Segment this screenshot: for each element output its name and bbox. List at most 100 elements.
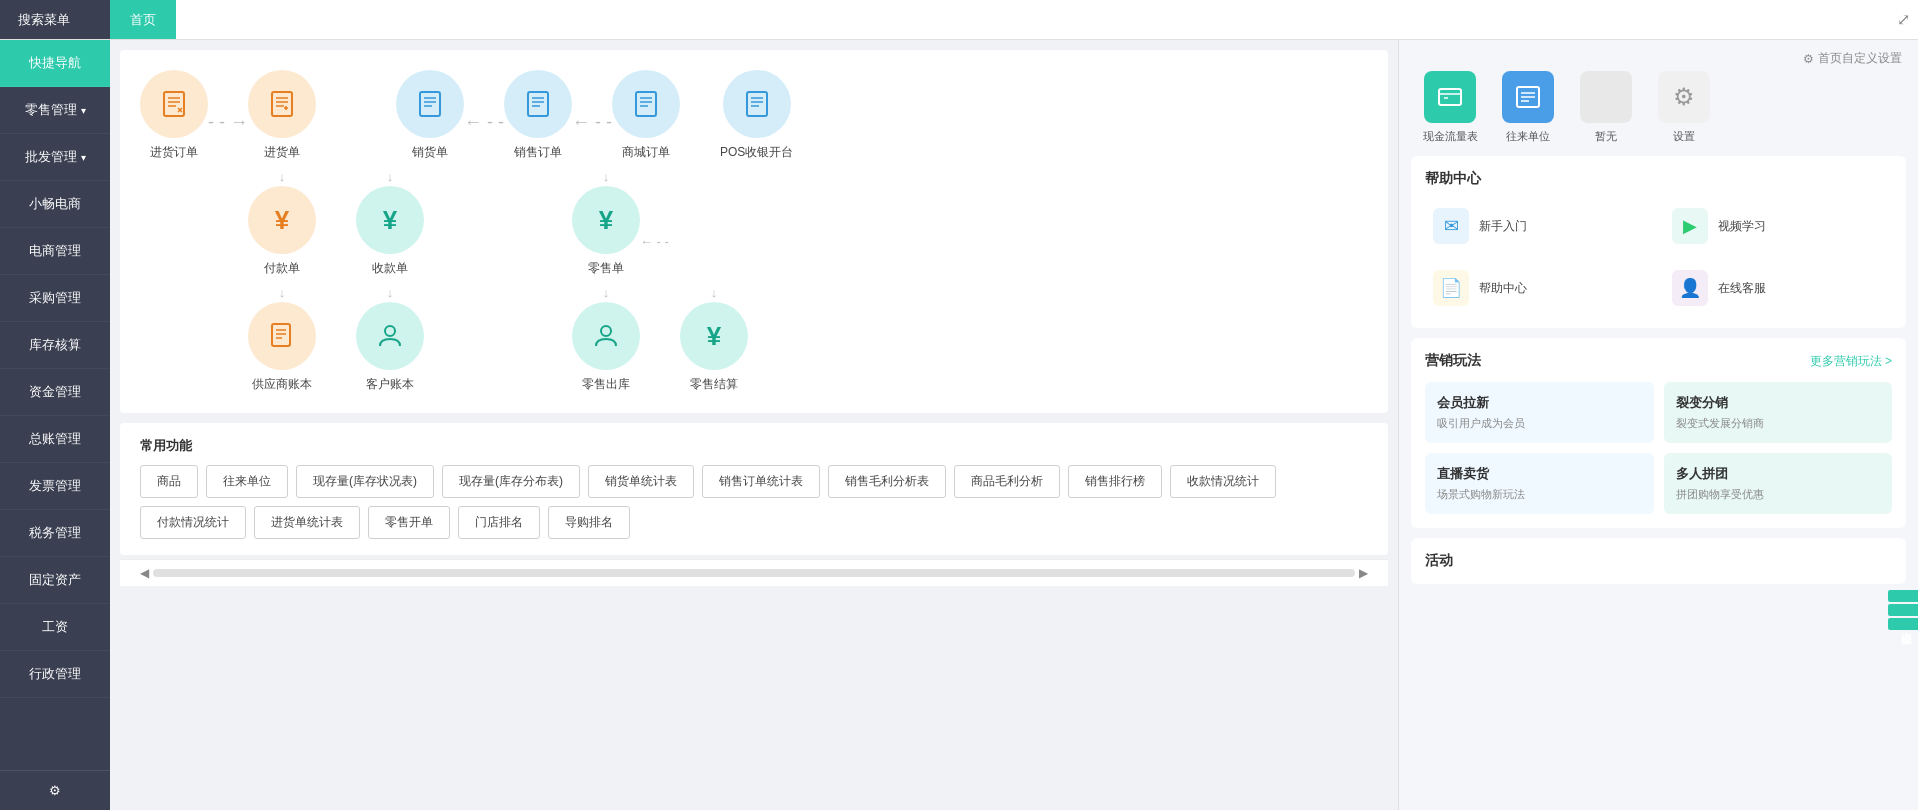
- sidebar-item-ecom-mgmt[interactable]: 电商管理: [0, 228, 110, 275]
- float-btn-desktop[interactable]: 桌面快捷: [1888, 618, 1918, 630]
- scroll-left-btn[interactable]: ◀: [140, 566, 149, 580]
- sidebar-item-salary[interactable]: 工资: [0, 604, 110, 651]
- func-btn-往来单位[interactable]: 往来单位: [206, 465, 288, 498]
- mall-label: 商城订单: [622, 144, 670, 161]
- receipt-icon: ¥: [356, 186, 424, 254]
- flow-node-retail-out[interactable]: ↓ 零售出库: [572, 283, 640, 393]
- sidebar-item-retail[interactable]: 零售管理 ▾: [0, 87, 110, 134]
- down-arrow-customer: ↓: [387, 285, 394, 300]
- mk-item-live-desc: 场景式购物新玩法: [1437, 487, 1642, 502]
- down-arrow-retail-settle: ↓: [711, 285, 718, 300]
- func-btn-付款情况统计[interactable]: 付款情况统计: [140, 506, 246, 539]
- quick-nav: 现金流量表 往来单位 暂无 ⚙ 设置: [1399, 71, 1918, 156]
- svg-rect-8: [420, 92, 440, 116]
- mk-item-member[interactable]: 会员拉新 吸引用户成为会员: [1425, 382, 1654, 443]
- retail-icon: ¥: [572, 186, 640, 254]
- sidebar-item-wholesale[interactable]: 批发管理 ▾: [0, 134, 110, 181]
- func-btn-商品毛利分析[interactable]: 商品毛利分析: [954, 465, 1060, 498]
- func-btn-现存量(库存状况表)[interactable]: 现存量(库存状况表): [296, 465, 434, 498]
- sidebar-item-label: 电商管理: [29, 242, 81, 260]
- float-btn-service[interactable]: 客服热线: [1888, 590, 1918, 602]
- sale-icon: [396, 70, 464, 138]
- func-btn-进货单统计表[interactable]: 进货单统计表: [254, 506, 360, 539]
- qn-label-partners: 往来单位: [1506, 129, 1550, 144]
- flow-node-sale-order[interactable]: 销售订单: [504, 70, 572, 161]
- mk-item-live[interactable]: 直播卖货 场景式购物新玩法: [1425, 453, 1654, 514]
- arrow-2: ← - -: [464, 112, 504, 161]
- sidebar-item-finance[interactable]: 资金管理: [0, 369, 110, 416]
- flow-node-retail[interactable]: ↓ ¥ 零售单: [572, 167, 640, 277]
- flow-node-supplier-book[interactable]: ↓ 供应商账本: [248, 283, 316, 393]
- pos-label: POS收银开台: [720, 144, 793, 161]
- arrow-pos-retail: ← - -: [640, 234, 680, 277]
- sidebar-item-ledger[interactable]: 总账管理: [0, 416, 110, 463]
- qn-item-cashflow[interactable]: 现金流量表: [1415, 71, 1485, 144]
- svg-rect-24: [272, 324, 290, 346]
- float-buttons: 客服热线 服务社区 桌面快捷: [1888, 590, 1918, 630]
- func-btn-现存量(库存分布表)[interactable]: 现存量(库存分布表): [442, 465, 580, 498]
- tab-home[interactable]: 首页: [110, 0, 176, 39]
- sidebar-settings[interactable]: ⚙: [0, 770, 110, 810]
- sidebar-item-ecommerce[interactable]: 小畅电商: [0, 181, 110, 228]
- marketing-card: 营销玩法 更多营销玩法 > 会员拉新 吸引用户成为会员 裂变分销 裂变式发展分销…: [1411, 338, 1906, 528]
- func-btn-零售开单[interactable]: 零售开单: [368, 506, 450, 539]
- sidebar-item-label: 零售管理: [25, 101, 77, 119]
- mail-icon: ✉: [1433, 208, 1469, 244]
- flow-node-customer-book[interactable]: ↓ 客户账本: [356, 283, 424, 393]
- scroll-right-btn[interactable]: ▶: [1359, 566, 1368, 580]
- person-icon: 👤: [1672, 270, 1708, 306]
- func-btn-销售订单统计表[interactable]: 销售订单统计表: [702, 465, 820, 498]
- common-functions: 常用功能 商品往来单位现存量(库存状况表)现存量(库存分布表)销货单统计表销售订…: [120, 423, 1388, 555]
- settings-icon: ⚙: [49, 783, 61, 798]
- customize-btn[interactable]: ⚙ 首页自定义设置: [1803, 50, 1902, 67]
- svg-point-29: [601, 326, 611, 336]
- sidebar-item-invoice[interactable]: 发票管理: [0, 463, 110, 510]
- func-btn-销货单统计表[interactable]: 销货单统计表: [588, 465, 694, 498]
- help-item-helpcenter[interactable]: 📄 帮助中心: [1425, 262, 1654, 314]
- search-menu[interactable]: 搜索菜单: [0, 0, 110, 39]
- sidebar-item-tax[interactable]: 税务管理: [0, 510, 110, 557]
- func-btn-门店排名[interactable]: 门店排名: [458, 506, 540, 539]
- flow-node-payment[interactable]: ↓ ¥ 付款单: [248, 167, 316, 277]
- flow-node-sale[interactable]: 销货单: [396, 70, 464, 161]
- flow-node-mall[interactable]: 商城订单: [612, 70, 680, 161]
- help-item-beginner[interactable]: ✉ 新手入门: [1425, 200, 1654, 252]
- flow-node-purchase[interactable]: 进货单: [248, 70, 316, 161]
- flow-node-receipt[interactable]: ↓ ¥ 收款单: [356, 167, 424, 277]
- expand-icon[interactable]: ⤢: [1888, 5, 1918, 35]
- qn-item-empty[interactable]: 暂无: [1571, 71, 1641, 144]
- help-item-service[interactable]: 👤 在线客服: [1664, 262, 1893, 314]
- flow-node-retail-settle[interactable]: ↓ ¥ 零售结算: [680, 283, 748, 393]
- sidebar-item-admin[interactable]: 行政管理: [0, 651, 110, 698]
- supplier-book-label: 供应商账本: [252, 376, 312, 393]
- sidebar-item-purchase[interactable]: 采购管理: [0, 275, 110, 322]
- help-item-video[interactable]: ▶ 视频学习: [1664, 200, 1893, 252]
- sidebar-item-quick-nav[interactable]: 快捷导航: [0, 40, 110, 87]
- qn-item-partners[interactable]: 往来单位: [1493, 71, 1563, 144]
- flow-node-pos[interactable]: POS收银开台: [720, 70, 793, 161]
- mk-item-group[interactable]: 多人拼团 拼团购物享受优惠: [1664, 453, 1893, 514]
- marketing-more-btn[interactable]: 更多营销玩法 >: [1810, 353, 1892, 370]
- qn-label-cashflow: 现金流量表: [1423, 129, 1478, 144]
- help-card: 帮助中心 ✉ 新手入门 ▶ 视频学习 📄 帮助中心 👤: [1411, 156, 1906, 328]
- help-grid: ✉ 新手入门 ▶ 视频学习 📄 帮助中心 👤 在线客服: [1425, 200, 1892, 314]
- supplier-book-icon: [248, 302, 316, 370]
- func-btn-收款情况统计[interactable]: 收款情况统计: [1170, 465, 1276, 498]
- scroll-track[interactable]: [153, 569, 1355, 577]
- mall-icon: [612, 70, 680, 138]
- func-btn-销售排行榜[interactable]: 销售排行榜: [1068, 465, 1162, 498]
- help-item-service-label: 在线客服: [1718, 280, 1766, 297]
- float-btn-community[interactable]: 服务社区: [1888, 604, 1918, 616]
- func-btn-销售毛利分析表[interactable]: 销售毛利分析表: [828, 465, 946, 498]
- mk-item-fission[interactable]: 裂变分销 裂变式发展分销商: [1664, 382, 1893, 443]
- sale-order-icon: [504, 70, 572, 138]
- qn-item-settings[interactable]: ⚙ 设置: [1649, 71, 1719, 144]
- receipt-label: 收款单: [372, 260, 408, 277]
- sidebar-item-assets[interactable]: 固定资产: [0, 557, 110, 604]
- sidebar-item-inventory[interactable]: 库存核算: [0, 322, 110, 369]
- flow-node-purchase-order[interactable]: 进货订单: [140, 70, 208, 161]
- func-btn-导购排名[interactable]: 导购排名: [548, 506, 630, 539]
- func-btn-商品[interactable]: 商品: [140, 465, 198, 498]
- content-area: 进货订单 - - → 进货单: [110, 40, 1918, 810]
- top-bar: 搜索菜单 首页 ⤢: [0, 0, 1918, 40]
